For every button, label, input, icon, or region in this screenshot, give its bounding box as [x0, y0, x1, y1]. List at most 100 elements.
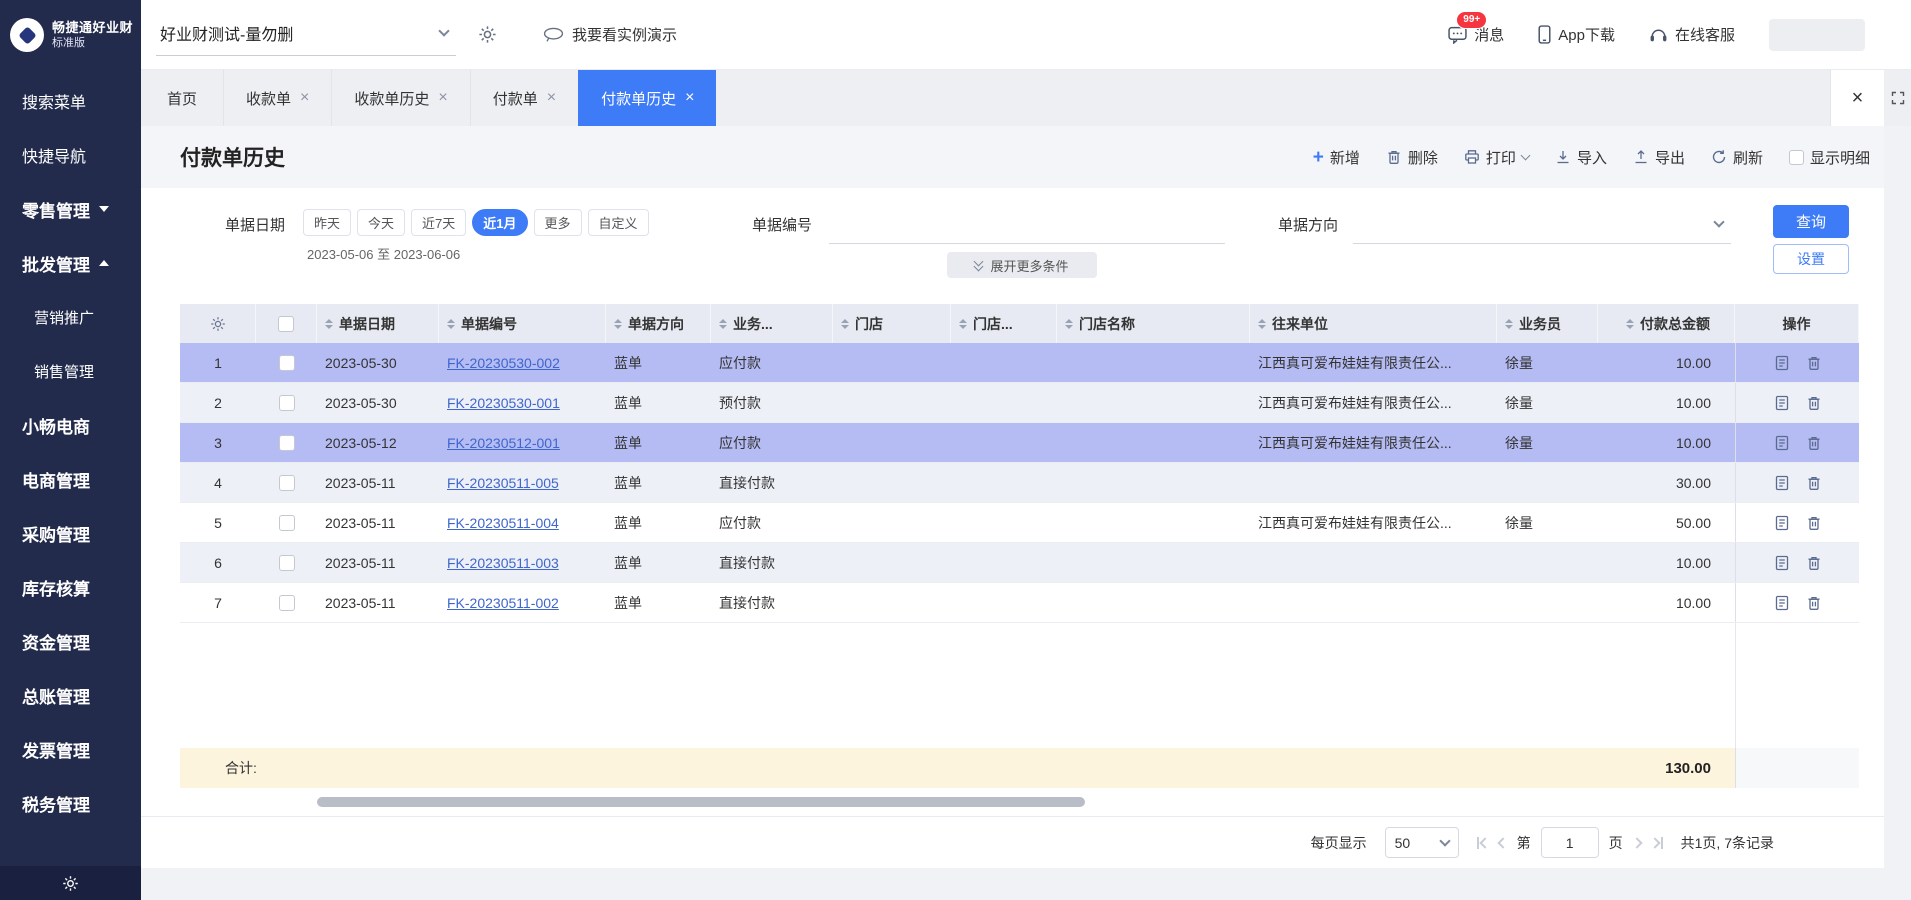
view-detail-icon[interactable] — [1774, 555, 1790, 571]
quick-filter-today[interactable]: 今天 — [357, 209, 406, 236]
app-download-button[interactable]: App下载 — [1538, 24, 1615, 45]
col-header-store-name[interactable]: 门店名称 — [1057, 304, 1250, 343]
col-header-date[interactable]: 单据日期 — [317, 304, 439, 343]
row-checkbox[interactable] — [278, 554, 295, 571]
horizontal-scrollbar-thumb[interactable] — [317, 797, 1085, 807]
tab-receipt[interactable]: 收款单 × — [223, 70, 331, 126]
checkbox-icon[interactable] — [1788, 149, 1804, 165]
expand-more-conditions-button[interactable]: 展开更多条件 — [947, 252, 1097, 278]
user-name-redacted[interactable] — [1769, 18, 1865, 51]
sidebar-item-xiaochang-ecommerce[interactable]: 小畅电商 — [0, 398, 141, 452]
sidebar-settings-button[interactable] — [0, 866, 141, 900]
delete-row-icon[interactable] — [1806, 355, 1822, 371]
sort-icon[interactable] — [841, 319, 850, 329]
doc-no-link[interactable]: FK-20230511-003 — [447, 555, 559, 571]
col-header-partner[interactable]: 往来单位 — [1250, 304, 1497, 343]
company-selector[interactable]: 好业财测试-量勿删 — [156, 13, 456, 56]
sidebar-item-ecommerce[interactable]: 电商管理 — [0, 452, 141, 506]
doc-no-link[interactable]: FK-20230512-001 — [447, 435, 560, 451]
delete-button[interactable]: 删除 — [1386, 147, 1438, 168]
view-detail-icon[interactable] — [1774, 435, 1790, 451]
export-button[interactable]: 导出 — [1633, 147, 1685, 168]
delete-row-icon[interactable] — [1806, 395, 1822, 411]
doc-no-link[interactable]: FK-20230530-001 — [447, 395, 560, 411]
next-page-button[interactable] — [1630, 836, 1643, 849]
close-icon[interactable]: × — [547, 90, 556, 106]
sidebar-item-quick-nav[interactable]: 快捷导航 — [0, 128, 141, 182]
tab-payment-history[interactable]: 付款单历史 × — [578, 70, 717, 126]
sidebar-item-wholesale[interactable]: 批发管理 — [0, 236, 141, 290]
show-detail-toggle[interactable]: 显示明细 — [1788, 147, 1870, 168]
row-checkbox[interactable] — [278, 354, 295, 371]
doc-no-link[interactable]: FK-20230530-002 — [447, 355, 560, 371]
table-row[interactable]: 3 2023-05-12 FK-20230512-001 蓝单 应付款 江西真可… — [180, 423, 1859, 463]
delete-row-icon[interactable] — [1806, 515, 1822, 531]
sidebar-item-funds[interactable]: 资金管理 — [0, 614, 141, 668]
sort-icon[interactable] — [719, 319, 728, 329]
doc-no-link[interactable]: FK-20230511-002 — [447, 595, 559, 611]
tab-home[interactable]: 首页 — [141, 70, 223, 126]
topbar-settings-button[interactable] — [478, 25, 497, 44]
sort-icon[interactable] — [1505, 319, 1514, 329]
doc-no-link[interactable]: FK-20230511-004 — [447, 515, 559, 531]
table-row[interactable]: 4 2023-05-11 FK-20230511-005 蓝单 直接付款 30.… — [180, 463, 1859, 503]
sort-icon[interactable] — [447, 319, 456, 329]
sort-icon[interactable] — [1065, 319, 1074, 329]
quick-filter-yesterday[interactable]: 昨天 — [303, 209, 352, 236]
sidebar-item-purchase[interactable]: 采购管理 — [0, 506, 141, 560]
quick-filter-1month[interactable]: 近1月 — [472, 209, 528, 236]
row-checkbox[interactable] — [278, 594, 295, 611]
per-page-select[interactable]: 50 — [1384, 827, 1459, 858]
table-row[interactable]: 6 2023-05-11 FK-20230511-003 蓝单 直接付款 10.… — [180, 543, 1859, 583]
delete-row-icon[interactable] — [1806, 475, 1822, 491]
import-button[interactable]: 导入 — [1555, 147, 1607, 168]
close-icon[interactable]: × — [300, 90, 309, 106]
sort-icon[interactable] — [325, 319, 334, 329]
doc-no-link[interactable]: FK-20230511-005 — [447, 475, 559, 491]
delete-row-icon[interactable] — [1806, 435, 1822, 451]
view-detail-icon[interactable] — [1774, 595, 1790, 611]
view-detail-icon[interactable] — [1774, 515, 1790, 531]
quick-filter-custom[interactable]: 自定义 — [587, 209, 649, 236]
sort-icon[interactable] — [1258, 319, 1267, 329]
sidebar-item-sales-mgmt[interactable]: 销售管理 — [0, 344, 141, 398]
fullscreen-icon[interactable] — [1884, 70, 1911, 126]
page-number-input[interactable] — [1540, 827, 1599, 858]
direction-select[interactable] — [1353, 212, 1731, 244]
column-settings-button[interactable] — [180, 304, 256, 343]
col-header-biz-type[interactable]: 业务... — [711, 304, 833, 343]
sort-icon[interactable] — [614, 319, 623, 329]
sidebar-item-marketing[interactable]: 营销推广 — [0, 290, 141, 344]
sidebar-item-retail[interactable]: 零售管理 — [0, 182, 141, 236]
settings-button[interactable]: 设置 — [1773, 244, 1849, 274]
sidebar-item-inventory[interactable]: 库存核算 — [0, 560, 141, 614]
delete-row-icon[interactable] — [1806, 555, 1822, 571]
print-button[interactable]: 打印 — [1464, 147, 1531, 168]
row-checkbox[interactable] — [278, 434, 295, 451]
sort-icon[interactable] — [959, 319, 968, 329]
refresh-button[interactable]: 刷新 — [1711, 147, 1763, 168]
view-detail-icon[interactable] — [1774, 355, 1790, 371]
select-all-checkbox[interactable] — [278, 315, 294, 332]
sidebar-item-ledger[interactable]: 总账管理 — [0, 668, 141, 722]
close-icon[interactable]: × — [438, 90, 447, 106]
view-detail-icon[interactable] — [1774, 475, 1790, 491]
close-tab-button[interactable]: × — [1830, 70, 1884, 126]
close-icon[interactable]: × — [685, 90, 694, 106]
table-row[interactable]: 2 2023-05-30 FK-20230530-001 蓝单 预付款 江西真可… — [180, 383, 1859, 423]
sidebar-item-tax[interactable]: 税务管理 — [0, 776, 141, 830]
sidebar-item-search-menu[interactable]: 搜索菜单 — [0, 74, 141, 128]
quick-filter-more[interactable]: 更多 — [533, 209, 582, 236]
col-header-direction[interactable]: 单据方向 — [606, 304, 711, 343]
sidebar-item-invoice[interactable]: 发票管理 — [0, 722, 141, 776]
col-header-doc-no[interactable]: 单据编号 — [439, 304, 606, 343]
col-header-salesman[interactable]: 业务员 — [1497, 304, 1598, 343]
add-button[interactable]: + 新增 — [1313, 147, 1360, 168]
delete-row-icon[interactable] — [1806, 595, 1822, 611]
table-row[interactable]: 7 2023-05-11 FK-20230511-002 蓝单 直接付款 10.… — [180, 583, 1859, 623]
online-support-button[interactable]: 在线客服 — [1649, 24, 1735, 45]
search-button[interactable]: 查询 — [1773, 205, 1849, 238]
row-checkbox[interactable] — [278, 474, 295, 491]
row-checkbox[interactable] — [278, 394, 295, 411]
tab-payment[interactable]: 付款单 × — [469, 70, 578, 126]
